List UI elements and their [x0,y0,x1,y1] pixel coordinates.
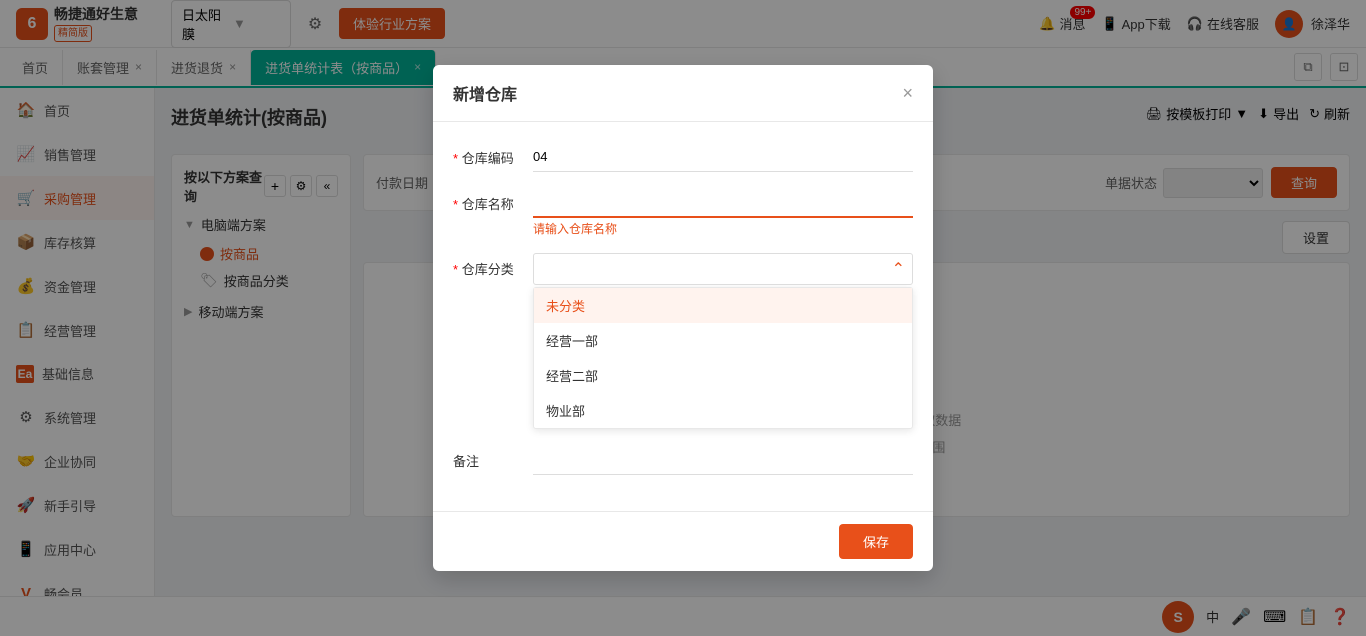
add-warehouse-modal: 新增仓库 × * 仓库编码 * 仓库名称 [433,65,933,571]
warehouse-category-control: ⌃ 未分类 经营一部 经营二部 物业部 [533,253,913,429]
category-arrow-icon[interactable]: ⌃ [892,259,905,279]
warehouse-code-field: * 仓库编码 [453,142,913,172]
dropdown-item-dept1[interactable]: 经营一部 [534,323,912,358]
warehouse-code-label: * 仓库编码 [453,142,533,167]
note-field: 备注 [453,445,913,475]
category-dropdown: 未分类 经营一部 经营二部 物业部 [533,287,913,429]
note-input[interactable] [533,445,913,475]
dropdown-item-dept2[interactable]: 经营二部 [534,358,912,393]
warehouse-category-label: * 仓库分类 [453,253,533,278]
modal-header: 新增仓库 × [433,65,933,122]
warehouse-code-input[interactable] [533,142,913,172]
warehouse-name-label: * 仓库名称 [453,188,533,213]
warehouse-name-field: * 仓库名称 请输入仓库名称 [453,188,913,237]
note-control [533,445,913,475]
warehouse-name-input[interactable] [533,188,913,218]
category-select-wrapper: ⌃ [533,253,913,285]
modal-overlay: 新增仓库 × * 仓库编码 * 仓库名称 [0,0,1366,636]
modal-close-button[interactable]: × [902,83,913,104]
dropdown-item-property[interactable]: 物业部 [534,393,912,428]
category-input[interactable] [533,253,913,285]
warehouse-code-control [533,142,913,172]
modal-footer: 保存 [433,511,933,571]
save-button[interactable]: 保存 [839,524,913,559]
modal-body: * 仓库编码 * 仓库名称 请输入仓库名称 [433,122,933,511]
warehouse-category-field: * 仓库分类 ⌃ 未分类 经营一部 经营二部 物业部 [453,253,913,429]
dropdown-item-unclassified[interactable]: 未分类 [534,288,912,323]
modal-title: 新增仓库 [453,81,517,105]
warehouse-name-error: 请输入仓库名称 [533,220,913,237]
warehouse-name-control: 请输入仓库名称 [533,188,913,237]
note-label: 备注 [453,445,533,470]
